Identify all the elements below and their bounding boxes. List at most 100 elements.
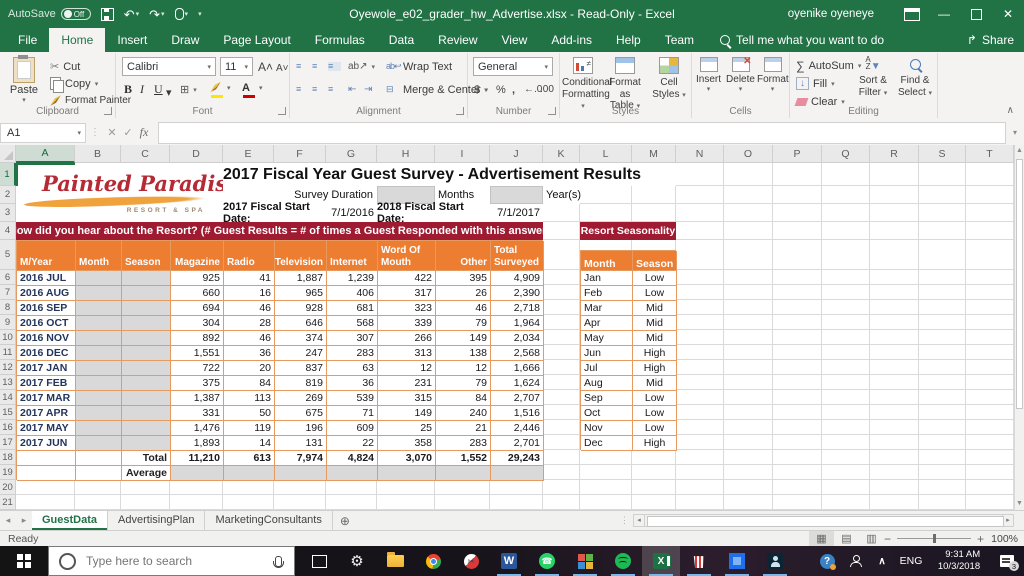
- scroll-up-icon[interactable]: ▲: [1015, 145, 1024, 157]
- ribbon-display-options-button[interactable]: [896, 0, 928, 28]
- spotify-button[interactable]: [604, 546, 642, 576]
- menu-tab-draw[interactable]: Draw: [159, 28, 211, 52]
- cell-myear[interactable]: 2017 APR: [17, 406, 76, 421]
- seasonality-season[interactable]: Mid: [633, 316, 677, 331]
- cell-empty[interactable]: [76, 466, 122, 481]
- cell-value[interactable]: 240: [436, 406, 491, 421]
- delete-cells-button[interactable]: ✕ Delete ▾: [725, 56, 756, 93]
- column-header-A[interactable]: A: [16, 145, 75, 163]
- touch-mode-caret-icon[interactable]: ▾: [185, 11, 189, 18]
- survey-duration-years-input[interactable]: [490, 186, 543, 204]
- people-tray-button[interactable]: [842, 546, 870, 576]
- cell-value[interactable]: 331: [171, 406, 224, 421]
- font-dialog-launcher[interactable]: [278, 107, 286, 115]
- zoom-slider[interactable]: [896, 534, 971, 543]
- cell-value[interactable]: 36: [224, 346, 275, 361]
- cell-value[interactable]: 323: [378, 301, 436, 316]
- cell-value[interactable]: 925: [171, 271, 224, 286]
- row-header-17[interactable]: 17: [0, 435, 16, 450]
- cell-value[interactable]: 358: [378, 436, 436, 451]
- column-header-label-other[interactable]: Other: [436, 241, 491, 271]
- menu-tab-data[interactable]: Data: [377, 28, 426, 52]
- fill-color-button[interactable]: ▾: [210, 79, 231, 98]
- sheet-nav-left-icon[interactable]: ◂: [0, 511, 16, 530]
- cell-season[interactable]: [122, 286, 171, 301]
- seasonality-month[interactable]: Dec: [581, 436, 633, 451]
- seasonality-season[interactable]: Low: [633, 271, 677, 286]
- cell-value[interactable]: 50: [224, 406, 275, 421]
- column-header-O[interactable]: O: [724, 145, 773, 163]
- cell-month[interactable]: [76, 421, 122, 436]
- formula-input[interactable]: [158, 121, 1006, 144]
- column-header-label-internet[interactable]: Internet: [327, 241, 378, 271]
- cell-value[interactable]: 283: [436, 436, 491, 451]
- column-header-label-television[interactable]: Television: [275, 241, 327, 271]
- column-header-label-month[interactable]: Month: [76, 241, 122, 271]
- cell-value[interactable]: 568: [327, 316, 378, 331]
- search-input[interactable]: [84, 553, 275, 569]
- cell-value[interactable]: 2,568: [491, 346, 544, 361]
- autosave-switch-icon[interactable]: Off: [60, 8, 91, 20]
- column-header-T[interactable]: T: [966, 145, 1014, 163]
- cell-value[interactable]: 21: [436, 421, 491, 436]
- action-center-button[interactable]: 3: [990, 546, 1024, 576]
- cell-value[interactable]: 965: [275, 286, 327, 301]
- row-header-19[interactable]: 19: [0, 465, 16, 480]
- cell-value[interactable]: 406: [327, 286, 378, 301]
- save-icon[interactable]: [100, 7, 114, 21]
- cell-value[interactable]: 46: [436, 301, 491, 316]
- cell-season[interactable]: [122, 361, 171, 376]
- clock[interactable]: 9:31 AM 10/3/2018: [928, 546, 990, 576]
- menu-tab-review[interactable]: Review: [426, 28, 489, 52]
- cell-value[interactable]: 14: [224, 436, 275, 451]
- clipboard-dialog-launcher[interactable]: [104, 107, 112, 115]
- name-box-caret-icon[interactable]: ▾: [77, 129, 81, 137]
- cell-value[interactable]: 1,551: [171, 346, 224, 361]
- cell-value[interactable]: 269: [275, 391, 327, 406]
- menu-tab-add-ins[interactable]: Add-ins: [539, 28, 604, 52]
- column-header-K[interactable]: K: [543, 145, 580, 163]
- fy2018-date[interactable]: 7/1/2017: [490, 204, 543, 222]
- column-header-J[interactable]: J: [490, 145, 543, 163]
- cell-value[interactable]: 307: [327, 331, 378, 346]
- cell-value[interactable]: 84: [224, 376, 275, 391]
- comma-style-button[interactable]: ,: [512, 81, 515, 98]
- page-layout-view-button[interactable]: ▤: [834, 531, 859, 546]
- seasonality-season[interactable]: Low: [633, 391, 677, 406]
- account-name[interactable]: oyenike oyeneye: [788, 0, 874, 28]
- cell-value[interactable]: 4,909: [491, 271, 544, 286]
- row-header-6[interactable]: 6: [0, 270, 16, 285]
- cell-season[interactable]: [122, 436, 171, 451]
- popcorn-time-button[interactable]: [680, 546, 718, 576]
- cell-value[interactable]: 84: [436, 391, 491, 406]
- cell-value[interactable]: 149: [378, 406, 436, 421]
- cell-month[interactable]: [76, 391, 122, 406]
- seasonality-month[interactable]: Jul: [581, 361, 633, 376]
- cell-total[interactable]: 613: [224, 451, 275, 466]
- row-header-1[interactable]: 1: [0, 163, 16, 186]
- horizontal-scrollbar[interactable]: ⋮ ◂ ▸: [620, 513, 1014, 527]
- cell-month[interactable]: [76, 271, 122, 286]
- decrease-indent-button[interactable]: ⇤: [348, 81, 356, 98]
- cell-empty[interactable]: [17, 451, 76, 466]
- seasonality-season[interactable]: Low: [633, 286, 677, 301]
- cell-value[interactable]: 722: [171, 361, 224, 376]
- underline-caret-icon[interactable]: ▾: [166, 84, 172, 101]
- cell-month[interactable]: [76, 346, 122, 361]
- row-header-21[interactable]: 21: [0, 495, 16, 510]
- row-header-9[interactable]: 9: [0, 315, 16, 330]
- cell-myear[interactable]: 2016 SEP: [17, 301, 76, 316]
- seasonality-season[interactable]: Mid: [633, 301, 677, 316]
- top-align-button[interactable]: ≡: [296, 58, 309, 75]
- customize-qat-button[interactable]: ▾: [198, 11, 202, 18]
- column-header-C[interactable]: C: [121, 145, 170, 163]
- cell-value[interactable]: 681: [327, 301, 378, 316]
- cell-value[interactable]: 2,446: [491, 421, 544, 436]
- seasonality-season[interactable]: Mid: [633, 376, 677, 391]
- column-header-E[interactable]: E: [223, 145, 274, 163]
- orientation-button[interactable]: ab↗ ▾: [348, 58, 375, 75]
- cell-value[interactable]: 315: [378, 391, 436, 406]
- cell-month[interactable]: [76, 406, 122, 421]
- word-button[interactable]: W: [490, 546, 528, 576]
- column-header-label-magazine[interactable]: Magazine: [171, 241, 224, 271]
